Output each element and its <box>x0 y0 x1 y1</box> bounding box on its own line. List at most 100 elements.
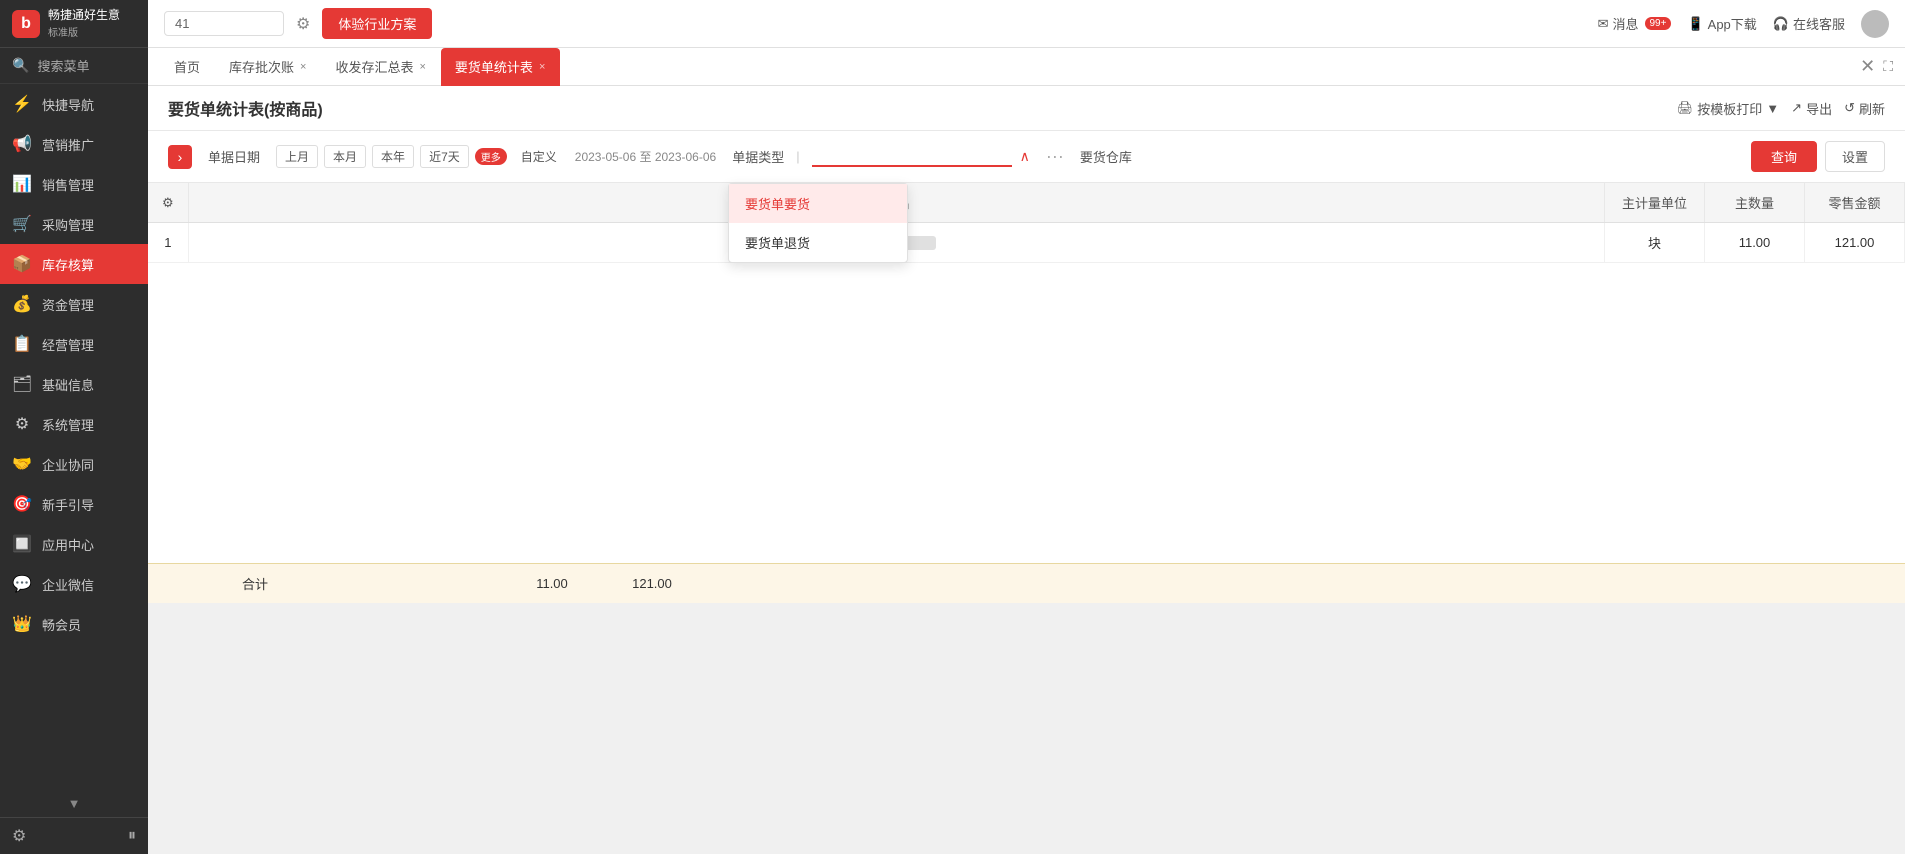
sidebar-item-quick-nav[interactable]: ⚡ 快捷导航 <box>0 84 148 124</box>
sidebar-item-label: 库存核算 <box>42 255 94 274</box>
this-month-button[interactable]: 本月 <box>324 145 366 168</box>
tab-inventory-batch-close[interactable]: × <box>300 61 306 73</box>
sidebar-bottom: ⚙ ⏸ <box>0 817 148 854</box>
footer-amount: 121.00 <box>602 576 702 591</box>
type-dropdown-arrow[interactable]: ∧ <box>1020 148 1030 165</box>
col-qty: 主数量 <box>1705 183 1805 223</box>
type-filter-group: 单据类型 | ∧ <box>732 146 1030 167</box>
sidebar-item-label: 基础信息 <box>42 375 94 394</box>
sidebar: b 畅捷通好生意 标准版 🔍 搜索菜单 ⚡ 快捷导航 📢 营销推广 📊 销售管理… <box>0 0 148 854</box>
page-content: 要货单统计表(按商品) 🖨 按模板打印 ▼ ↗ 导出 ↺ 刷新 › <box>148 86 1905 854</box>
custom-date-button[interactable]: 自定义 <box>513 146 565 167</box>
tab-order-summary-close[interactable]: × <box>539 61 545 73</box>
warehouse-filter-group: 要货仓库 <box>1080 147 1132 166</box>
sidebar-item-operation[interactable]: 📋 经营管理 <box>0 324 148 364</box>
purchase-icon: 🛒 <box>12 214 32 234</box>
last-month-button[interactable]: 上月 <box>276 145 318 168</box>
query-button[interactable]: 查询 <box>1751 141 1817 172</box>
app-center-icon: 🔲 <box>12 534 32 554</box>
inventory-icon: 📦 <box>12 254 32 274</box>
tab-inventory-batch[interactable]: 库存批次账 × <box>215 48 321 86</box>
marketing-icon: 📢 <box>12 134 32 154</box>
filter-actions: 查询 设置 <box>1751 141 1885 172</box>
table-footer: 合计 11.00 121.00 <box>148 563 1905 603</box>
this-year-button[interactable]: 本年 <box>372 145 414 168</box>
row-index: 1 <box>148 223 188 263</box>
system-icon: ⚙ <box>12 414 32 434</box>
sidebar-item-system[interactable]: ⚙ 系统管理 <box>0 404 148 444</box>
close-all-tabs-button[interactable]: ✕ <box>1860 56 1875 77</box>
filter-settings-button[interactable]: 设置 <box>1825 141 1885 172</box>
export-button[interactable]: ↗ 导出 <box>1791 99 1832 118</box>
app-edition: 标准版 <box>48 24 120 39</box>
sidebar-item-guide[interactable]: 🎯 新手引导 <box>0 484 148 524</box>
messages-label: 消息 <box>1612 14 1638 33</box>
app-download-label: App下载 <box>1708 14 1757 33</box>
app-download-button[interactable]: 📱 App下载 <box>1687 14 1756 33</box>
topbar-gear-icon[interactable]: ⚙ <box>296 14 310 34</box>
sidebar-item-enterprise[interactable]: 🤝 企业协同 <box>0 444 148 484</box>
sidebar-item-label: 企业协同 <box>42 455 94 474</box>
type-filter-label: 单据类型 <box>732 147 784 166</box>
tab-home-label: 首页 <box>174 57 200 76</box>
sidebar-search-label: 搜索菜单 <box>37 56 89 75</box>
tab-order-summary[interactable]: 要货单统计表 × <box>441 48 560 86</box>
tab-order-summary-label: 要货单统计表 <box>455 57 533 76</box>
filter-expand-button[interactable]: › <box>168 145 192 169</box>
type-dropdown: 要货单要货 要货单退货 <box>728 183 908 263</box>
tab-receive-summary-label: 收发存汇总表 <box>335 57 413 76</box>
type-filter-input[interactable] <box>812 146 1012 167</box>
refresh-button[interactable]: ↺ 刷新 <box>1844 99 1885 118</box>
table-header-row: ⚙ 商品 主计量单位 主数量 零售金额 <box>148 183 1905 223</box>
tab-receive-summary[interactable]: 收发存汇总表 × <box>321 48 440 86</box>
operation-icon: 📋 <box>12 334 32 354</box>
footer-label: 合计 <box>202 574 402 593</box>
page-header: 要货单统计表(按商品) 🖨 按模板打印 ▼ ↗ 导出 ↺ 刷新 <box>148 86 1905 131</box>
sidebar-scroll-down[interactable]: ▼ <box>0 790 148 817</box>
table-container: ⚙ 商品 主计量单位 主数量 零售金额 1 块 11.00 <box>148 183 1905 263</box>
table-empty-space <box>148 263 1905 563</box>
sidebar-item-sales[interactable]: 📊 销售管理 <box>0 164 148 204</box>
breadcrumb-input[interactable] <box>164 11 284 36</box>
sidebar-item-label: 新手引导 <box>42 495 94 514</box>
topbar-left: ⚙ 体验行业方案 <box>164 8 432 39</box>
settings-icon[interactable]: ⚙ <box>12 826 26 846</box>
enterprise-icon: 🤝 <box>12 454 32 474</box>
sidebar-search[interactable]: 🔍 搜索菜单 <box>0 48 148 84</box>
sidebar-item-label: 畅会员 <box>42 615 81 634</box>
more-date-badge[interactable]: 更多 <box>475 148 507 165</box>
topbar-right: ✉ 消息 99+ 📱 App下载 🎧 在线客服 <box>1598 10 1889 38</box>
topbar: ⚙ 体验行业方案 ✉ 消息 99+ 📱 App下载 🎧 在线客服 <box>148 0 1905 48</box>
trial-button[interactable]: 体验行业方案 <box>322 8 432 39</box>
filter-more-button[interactable]: ··· <box>1046 146 1064 167</box>
refresh-icon: ↺ <box>1844 100 1855 116</box>
sidebar-item-basic[interactable]: 🗂 基础信息 <box>0 364 148 404</box>
expand-tabs-button[interactable]: ⛶ <box>1883 58 1893 75</box>
data-table: ⚙ 商品 主计量单位 主数量 零售金额 1 块 11.00 <box>148 183 1905 263</box>
footer-qty: 11.00 <box>502 576 602 591</box>
messages-button[interactable]: ✉ 消息 99+ <box>1598 14 1672 33</box>
sidebar-item-finance[interactable]: 💰 资金管理 <box>0 284 148 324</box>
last-7-days-button[interactable]: 近7天 <box>420 145 469 168</box>
collapse-icon[interactable]: ⏸ <box>128 827 136 845</box>
print-label: 按模板打印 <box>1697 99 1762 118</box>
print-button[interactable]: 🖨 按模板打印 ▼ <box>1677 99 1779 118</box>
sidebar-item-member[interactable]: 👑 畅会员 <box>0 604 148 644</box>
message-icon: ✉ <box>1598 16 1609 32</box>
tab-receive-summary-close[interactable]: × <box>419 61 425 73</box>
sidebar-item-marketing[interactable]: 📢 营销推广 <box>0 124 148 164</box>
col-settings[interactable]: ⚙ <box>148 183 188 223</box>
row-qty: 11.00 <box>1705 223 1805 263</box>
user-avatar[interactable] <box>1861 10 1889 38</box>
page-header-actions: 🖨 按模板打印 ▼ ↗ 导出 ↺ 刷新 <box>1677 99 1885 118</box>
sidebar-item-app-center[interactable]: 🔲 应用中心 <box>0 524 148 564</box>
dropdown-item-order-goods[interactable]: 要货单要货 <box>729 184 907 223</box>
online-service-button[interactable]: 🎧 在线客服 <box>1773 14 1845 33</box>
app-logo-text: 畅捷通好生意 标准版 <box>48 8 120 39</box>
sidebar-item-inventory[interactable]: 📦 库存核算 <box>0 244 148 284</box>
tab-home[interactable]: 首页 <box>160 48 215 86</box>
dropdown-item-order-return[interactable]: 要货单退货 <box>729 223 907 262</box>
sidebar-item-label: 企业微信 <box>42 575 94 594</box>
sidebar-item-purchase[interactable]: 🛒 采购管理 <box>0 204 148 244</box>
sidebar-item-enterprise-wechat[interactable]: 💬 企业微信 <box>0 564 148 604</box>
